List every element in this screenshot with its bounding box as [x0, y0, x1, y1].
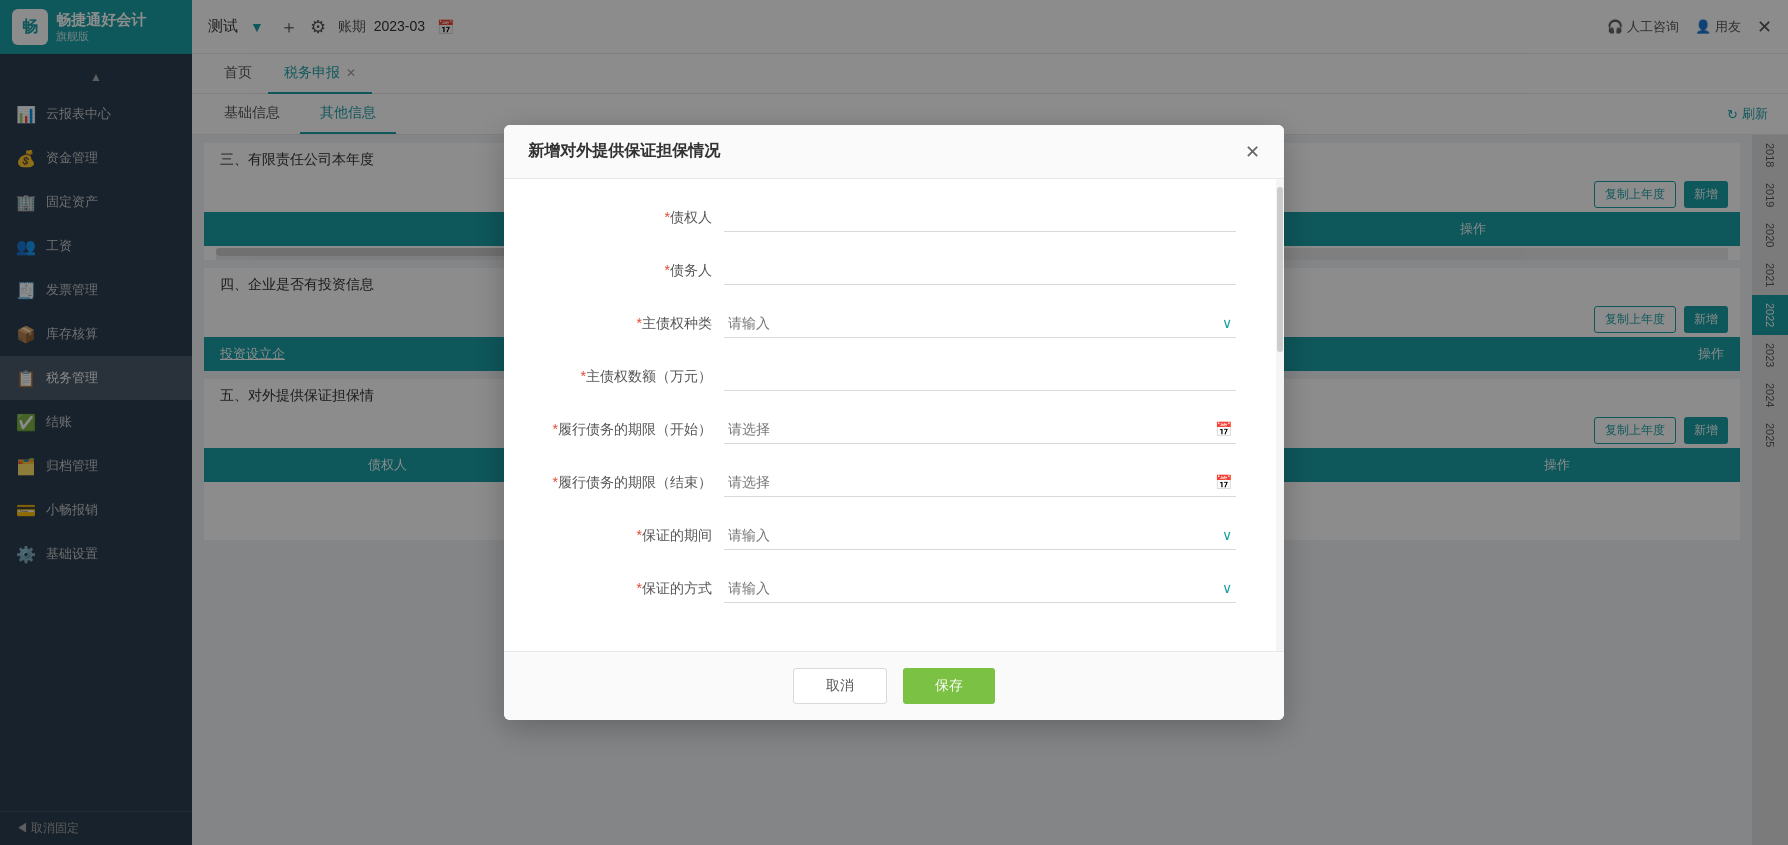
dialog-title: 新增对外提供保证担保情况	[528, 141, 720, 162]
select-input-guarantee_method[interactable]	[724, 574, 1218, 602]
required-mark-claim_type: *	[637, 315, 642, 331]
form-label-creditor: *债权人	[544, 209, 724, 227]
form-row-creditor: *债权人	[544, 203, 1236, 232]
dialog: 新增对外提供保证担保情况 ✕ *债权人 *债务人 *主债权种类 ∨ *主债权数额（万元）…	[504, 125, 1284, 720]
select-arrow-claim_type[interactable]: ∨	[1218, 315, 1236, 331]
date-wrap-period_end: 📅	[724, 468, 1236, 497]
cancel-button[interactable]: 取消	[793, 668, 887, 704]
form-row-claim_amount: *主债权数额（万元）	[544, 362, 1236, 391]
date-input-period_start[interactable]	[724, 415, 1211, 443]
form-row-guarantee_period: *保证的期间 ∨	[544, 521, 1236, 550]
form-label-claim_type: *主债权种类	[544, 315, 724, 333]
required-mark-debtor: *	[665, 262, 670, 278]
dialog-close-button[interactable]: ✕	[1245, 143, 1260, 161]
dialog-body: *债权人*债务人*主债权种类∨*主债权数额（万元）*履行债务的期限（开始）📅*履…	[504, 179, 1276, 651]
input-debtor[interactable]	[724, 256, 1236, 285]
dialog-overlay[interactable]: 新增对外提供保证担保情况 ✕ *债权人 *债务人 *主债权种类 ∨ *主债权数额（万元）…	[0, 0, 1788, 845]
save-button[interactable]: 保存	[903, 668, 995, 704]
dialog-header: 新增对外提供保证担保情况 ✕	[504, 125, 1284, 179]
select-wrap-guarantee_method: ∨	[724, 574, 1236, 603]
form-label-guarantee_period: *保证的期间	[544, 527, 724, 545]
required-mark-creditor: *	[665, 209, 670, 225]
required-mark-period_start: *	[553, 421, 558, 437]
form-label-debtor: *债务人	[544, 262, 724, 280]
form-label-guarantee_method: *保证的方式	[544, 580, 724, 598]
select-wrap-claim_type: ∨	[724, 309, 1236, 338]
form-row-guarantee_method: *保证的方式 ∨	[544, 574, 1236, 603]
date-wrap-period_start: 📅	[724, 415, 1236, 444]
required-mark-guarantee_method: *	[637, 580, 642, 596]
form-row-period_start: *履行债务的期限（开始） 📅	[544, 415, 1236, 444]
input-creditor[interactable]	[724, 203, 1236, 232]
calendar-icon-period_end[interactable]: 📅	[1211, 474, 1236, 490]
dialog-footer: 取消 保存	[504, 651, 1284, 720]
select-wrap-guarantee_period: ∨	[724, 521, 1236, 550]
form-row-claim_type: *主债权种类 ∨	[544, 309, 1236, 338]
select-arrow-guarantee_method[interactable]: ∨	[1218, 580, 1236, 596]
form-label-period_start: *履行债务的期限（开始）	[544, 421, 724, 439]
select-arrow-guarantee_period[interactable]: ∨	[1218, 527, 1236, 543]
select-input-guarantee_period[interactable]	[724, 521, 1218, 549]
date-input-period_end[interactable]	[724, 468, 1211, 496]
required-mark-claim_amount: *	[581, 368, 586, 384]
form-row-debtor: *债务人	[544, 256, 1236, 285]
dialog-scrollbar-track[interactable]	[1276, 179, 1284, 651]
calendar-icon-period_start[interactable]: 📅	[1211, 421, 1236, 437]
input-claim_amount[interactable]	[724, 362, 1236, 391]
form-row-period_end: *履行债务的期限（结束） 📅	[544, 468, 1236, 497]
required-mark-guarantee_period: *	[637, 527, 642, 543]
select-input-claim_type[interactable]	[724, 309, 1218, 337]
form-label-period_end: *履行债务的期限（结束）	[544, 474, 724, 492]
form-label-claim_amount: *主债权数额（万元）	[544, 368, 724, 386]
required-mark-period_end: *	[553, 474, 558, 490]
